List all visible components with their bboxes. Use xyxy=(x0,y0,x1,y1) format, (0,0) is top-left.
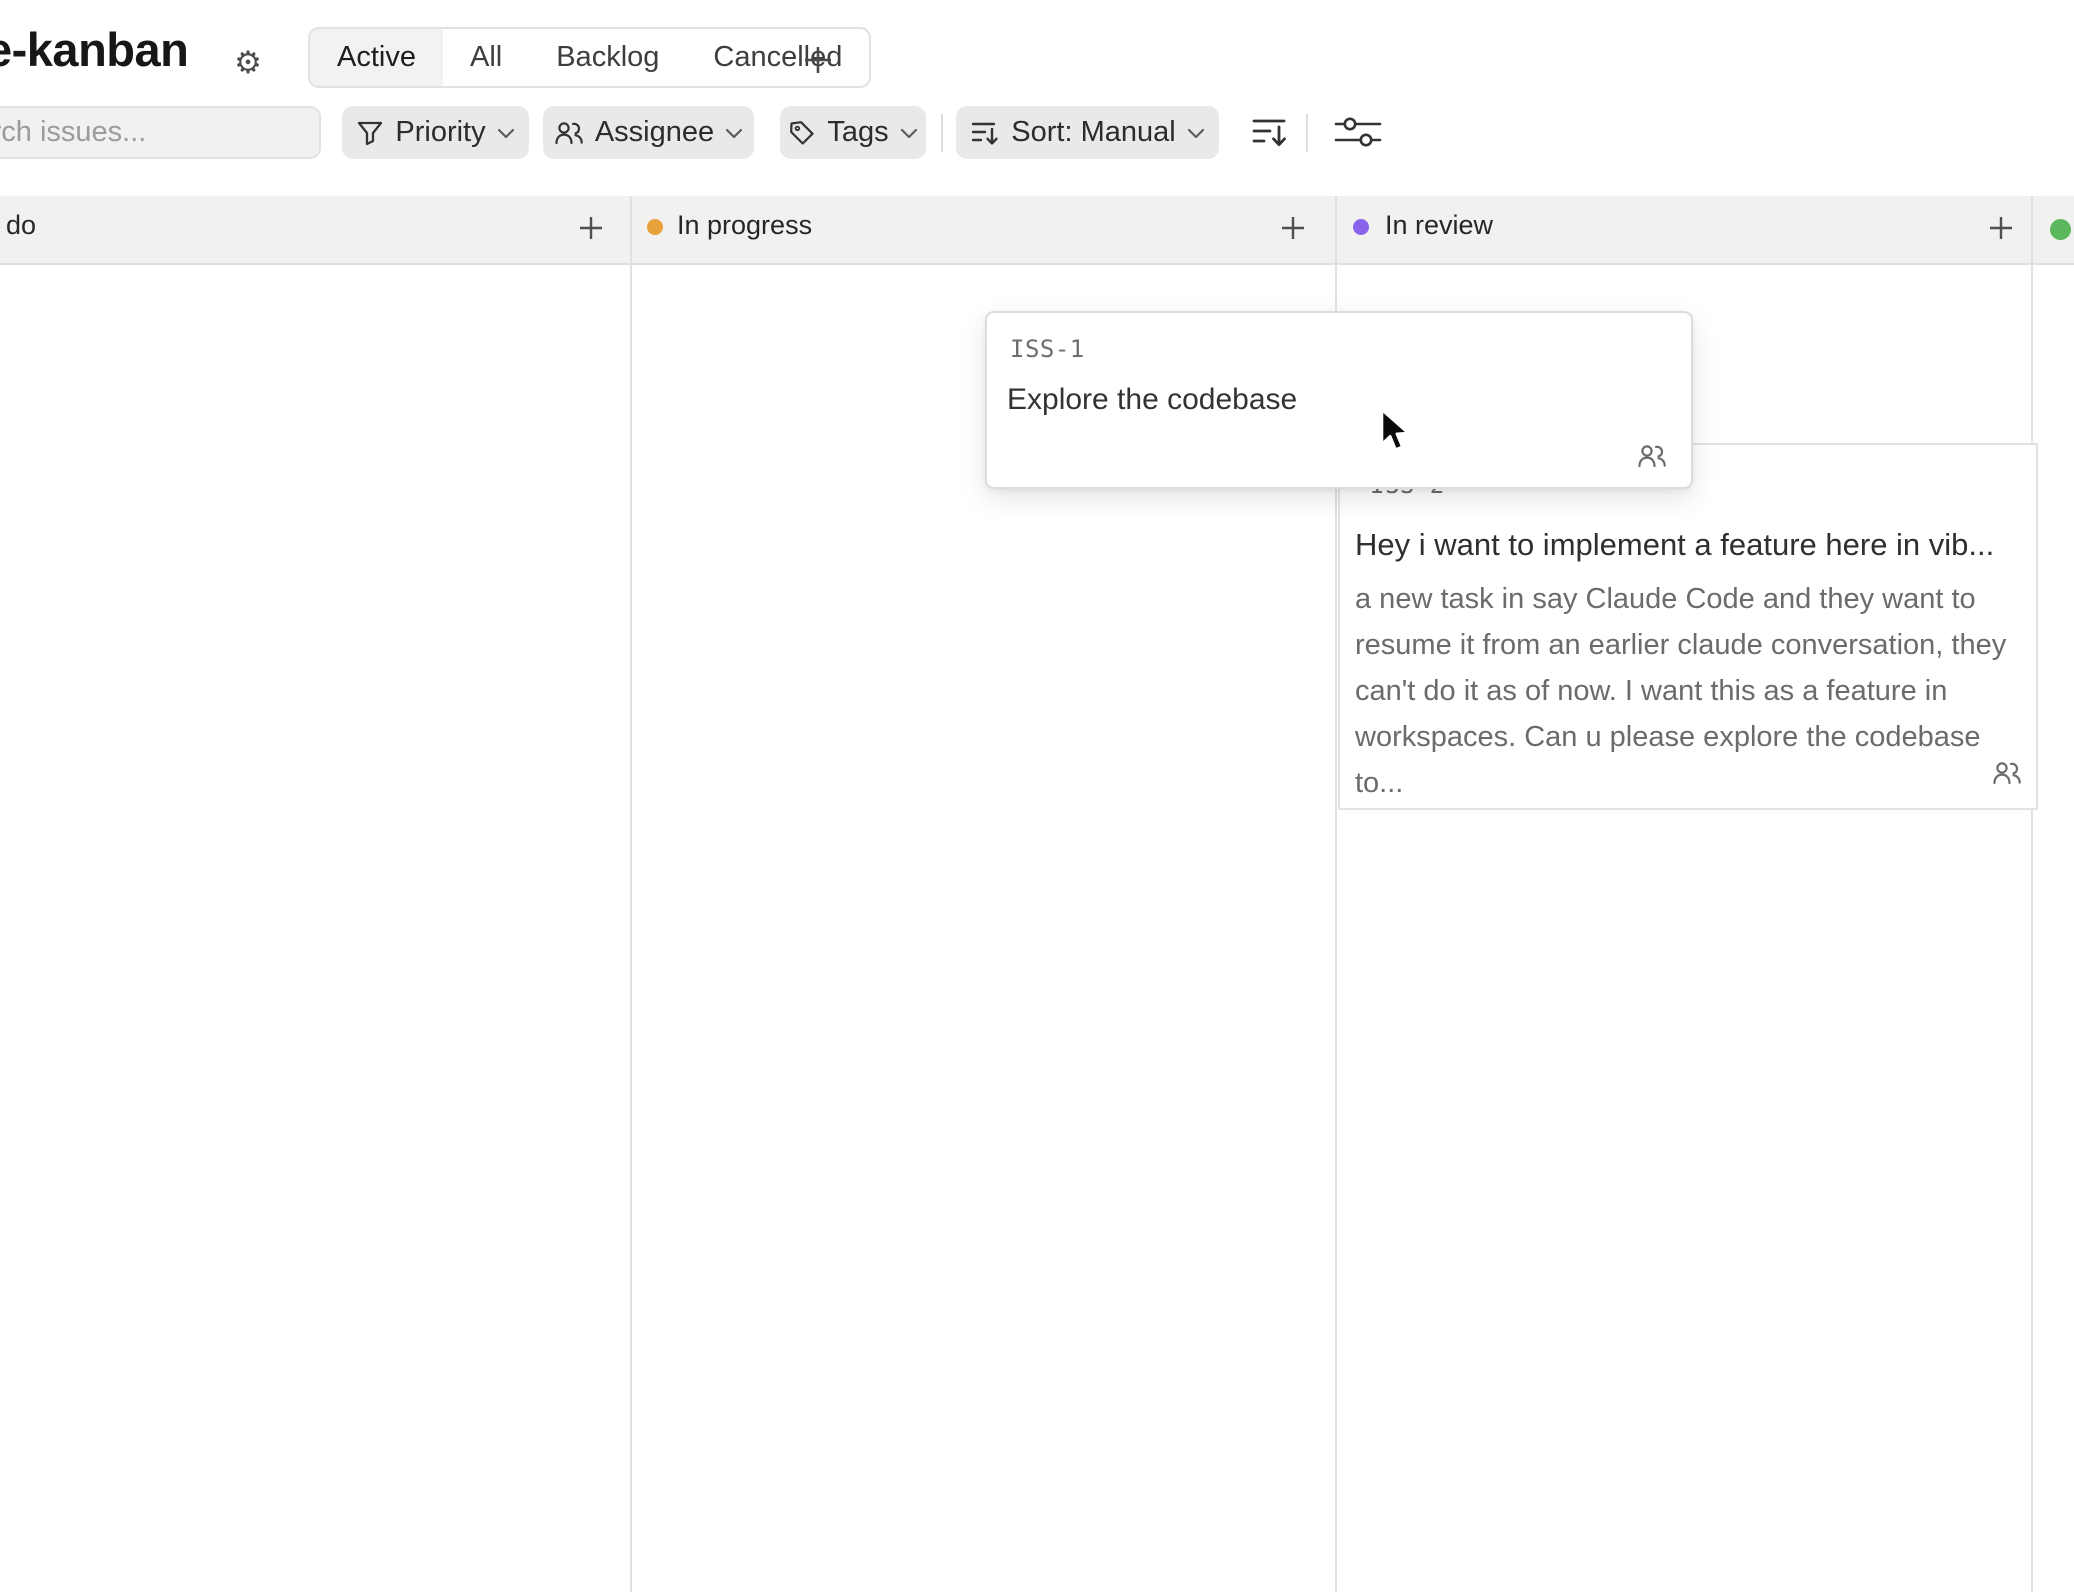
sort-descending-icon xyxy=(1250,114,1290,150)
column-inreview-dot xyxy=(1353,219,1369,235)
sort-button[interactable]: Sort: Manual xyxy=(956,106,1219,159)
issue-title: Hey i want to implement a feature here i… xyxy=(1355,527,2027,563)
dragged-issue-card-iss-1[interactable]: ISS-1 Explore the codebase xyxy=(985,311,1693,489)
project-settings-button[interactable]: ⚙︎ xyxy=(230,44,266,80)
column-inprogress-dot xyxy=(647,219,663,235)
assignee-filter-button[interactable]: Assignee xyxy=(543,106,754,159)
description-line: workspaces. Can u please explore the cod… xyxy=(1355,714,2036,806)
assignee-label: Assignee xyxy=(595,116,714,149)
column-done-dot xyxy=(2050,219,2071,240)
description-line: can't do it as of now. I want this as a … xyxy=(1355,668,2036,714)
plus-icon xyxy=(1986,213,2016,243)
column-inreview-label: In review xyxy=(1385,210,1493,241)
tags-label: Tags xyxy=(827,116,888,149)
toolbar-divider xyxy=(941,114,943,152)
sort-direction-button[interactable] xyxy=(1244,108,1296,156)
chevron-down-icon xyxy=(497,127,515,139)
column-todo-label: To do xyxy=(0,210,36,241)
column-inreview-add-button[interactable] xyxy=(1981,208,2021,248)
tab-active[interactable]: Active xyxy=(310,29,443,86)
issue-description: a new task in say Claude Code and they w… xyxy=(1355,576,2036,806)
sort-label: Sort: Manual xyxy=(1011,116,1175,149)
issue-title: Explore the codebase xyxy=(1007,383,1297,417)
tab-cancelled[interactable]: Cancelled xyxy=(686,29,869,86)
people-icon xyxy=(554,120,584,146)
tag-icon xyxy=(788,119,816,147)
assignees-icon xyxy=(1992,760,2022,786)
funnel-icon xyxy=(356,119,384,147)
priority-label: Priority xyxy=(395,116,485,149)
sliders-icon xyxy=(1333,114,1383,150)
view-tabs: Active All Backlog Cancelled xyxy=(308,27,871,88)
mouse-cursor xyxy=(1378,408,1412,456)
description-line: a new task in say Claude Code and they w… xyxy=(1355,576,2036,622)
tags-filter-button[interactable]: Tags xyxy=(780,106,926,159)
column-header-band xyxy=(0,196,2074,265)
gear-icon: ⚙︎ xyxy=(234,47,262,78)
column-inprogress-label: In progress xyxy=(677,210,812,241)
plus-icon xyxy=(801,43,835,77)
column-inprogress-add-button[interactable] xyxy=(1273,208,1313,248)
chevron-down-icon xyxy=(725,127,743,139)
description-line: resume it from an earlier claude convers… xyxy=(1355,622,2036,668)
plus-icon xyxy=(576,213,606,243)
issue-id: ISS-1 xyxy=(1010,335,1085,363)
toolbar-divider xyxy=(1306,114,1308,152)
search-input[interactable] xyxy=(0,108,319,157)
kanban-app: e-kanban ⚙︎ Active All Backlog Cancelled… xyxy=(0,0,2074,1592)
add-view-button[interactable] xyxy=(798,40,838,80)
page-title: e-kanban xyxy=(0,22,188,77)
chevron-down-icon xyxy=(900,127,918,139)
assignees-icon xyxy=(1637,443,1667,469)
priority-filter-button[interactable]: Priority xyxy=(342,106,529,159)
column-divider xyxy=(630,196,632,1592)
issue-card-iss-2[interactable]: ISS-2 Hey i want to implement a feature … xyxy=(1338,443,2038,810)
plus-icon xyxy=(1278,213,1308,243)
tab-all[interactable]: All xyxy=(443,29,529,86)
tab-backlog[interactable]: Backlog xyxy=(529,29,686,86)
display-options-button[interactable] xyxy=(1332,108,1384,156)
column-divider xyxy=(2031,196,2033,1592)
chevron-down-icon xyxy=(1187,127,1205,139)
search-box xyxy=(0,106,321,159)
column-todo-add-button[interactable] xyxy=(571,208,611,248)
sort-descending-icon xyxy=(970,119,1000,147)
